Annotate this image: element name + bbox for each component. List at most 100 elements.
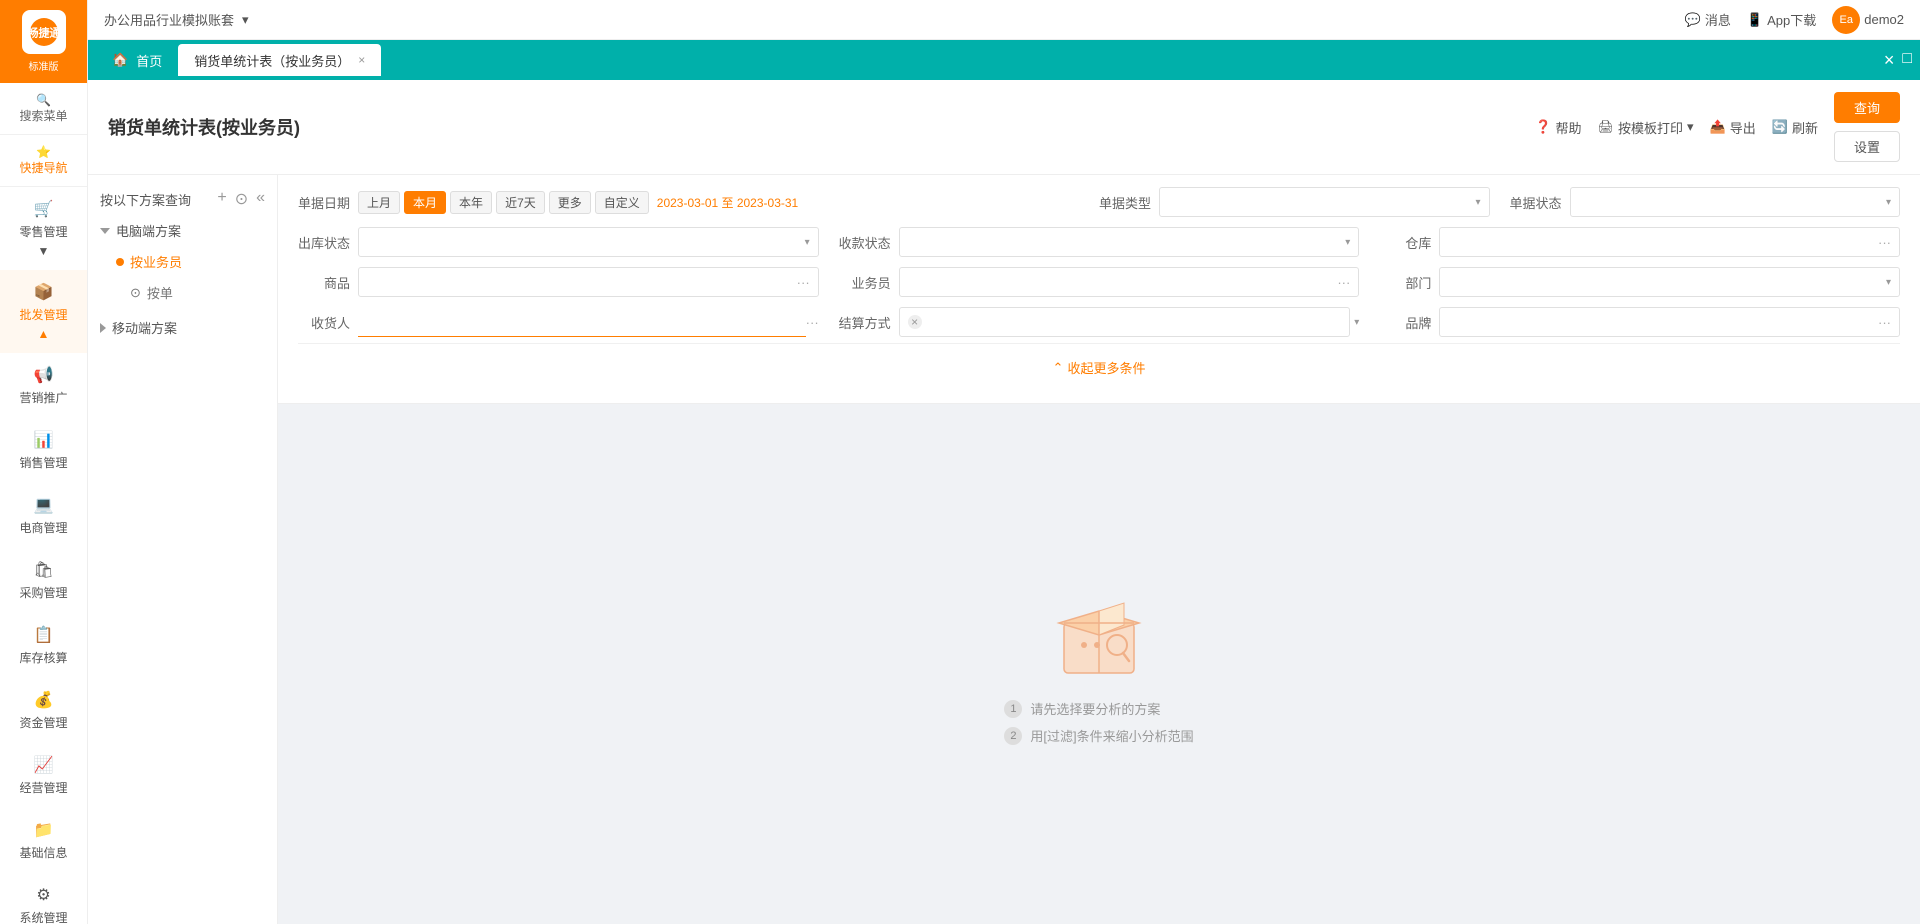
pc-scheme-group: 电脑端方案 按业务员 ⊙ 按单: [88, 215, 277, 308]
department-select[interactable]: ▾: [1439, 267, 1900, 297]
outstatus-select[interactable]: ▾: [358, 227, 819, 257]
goods-dots: ···: [797, 275, 810, 290]
sidebar-item-inventory[interactable]: 📋 库存核算: [0, 613, 87, 678]
sidebar-item-operations[interactable]: 📈 经营管理: [0, 743, 87, 808]
filter-department-cell: 部门 ▾: [1379, 267, 1900, 297]
filter-receiptstatus-cell: 收款状态 ▾: [839, 227, 1360, 257]
help-icon: ❓: [1535, 119, 1551, 135]
settlement-clear-btn[interactable]: ×: [908, 315, 922, 329]
brand-dots: ···: [1878, 315, 1891, 330]
help-btn[interactable]: ❓ 帮助: [1535, 118, 1581, 137]
type-select[interactable]: ▾: [1159, 187, 1489, 217]
export-btn[interactable]: 📤 导出: [1710, 118, 1756, 137]
collapse-panel-btn[interactable]: «: [256, 189, 265, 209]
empty-tips: 1 请先选择要分析的方案 2 用[过滤]条件来缩小分析范围: [1004, 699, 1193, 745]
department-arrow: ▾: [1886, 277, 1891, 288]
status-arrow: ▾: [1886, 197, 1891, 208]
top-header: 办公用品行业模拟账套 ▾ 💬 消息 📱 App下载 Ea demo2: [88, 0, 1920, 40]
filter-salesperson-cell: 业务员 ···: [839, 267, 1360, 297]
date-this-month-btn[interactable]: 本月: [404, 191, 446, 214]
tab-close-btn[interactable]: ×: [358, 53, 365, 67]
warehouse-select[interactable]: ···: [1439, 227, 1900, 257]
query-area: 查询 设置: [1834, 92, 1900, 162]
mobile-scheme-group: 移动端方案: [88, 312, 277, 343]
date-this-year-btn[interactable]: 本年: [450, 191, 492, 214]
window-close-btn[interactable]: ×: [1884, 50, 1895, 71]
tab-active[interactable]: 销货单统计表（按业务员） ×: [178, 44, 381, 76]
sidebar-item-marketing[interactable]: 📢 营销推广: [0, 353, 87, 418]
message-btn[interactable]: 💬 消息: [1685, 10, 1731, 29]
type-label: 单据类型: [1099, 193, 1151, 212]
date-last7-btn[interactable]: 近7天: [496, 191, 545, 214]
search-menu-btn[interactable]: 🔍 搜索菜单: [0, 83, 87, 135]
department-input: ▾: [1439, 267, 1900, 297]
mobile-scheme-header[interactable]: 移动端方案: [88, 312, 277, 343]
status-select[interactable]: ▾: [1570, 187, 1900, 217]
left-panel: 按以下方案查询 + ⊙ « 电脑端方案 按业务员: [88, 175, 278, 924]
warehouse-label: 仓库: [1379, 233, 1431, 252]
sidebar-item-sales[interactable]: 📊 销售管理: [0, 418, 87, 483]
sidebar-item-retail[interactable]: 🛒 零售管理 ▼: [0, 187, 87, 270]
query-btn[interactable]: 查询: [1834, 92, 1900, 123]
consignee-label: 收货人: [298, 313, 350, 332]
sidebar-item-finance[interactable]: 💰 资金管理: [0, 678, 87, 743]
outstatus-label: 出库状态: [298, 233, 350, 252]
brand-select[interactable]: ···: [1439, 307, 1900, 337]
main-area: 办公用品行业模拟账套 ▾ 💬 消息 📱 App下载 Ea demo2 🏠 首页 …: [88, 0, 1920, 924]
scheme-item-salesperson[interactable]: 按业务员: [88, 246, 277, 277]
date-range[interactable]: 2023-03-01 至 2023-03-31: [657, 194, 798, 211]
workspace-selector[interactable]: 办公用品行业模拟账套 ▾: [104, 10, 249, 29]
window-max-btn[interactable]: □: [1902, 50, 1912, 71]
filter-status-cell: 单据状态 ▾: [1510, 187, 1901, 217]
receiptstatus-label: 收款状态: [839, 233, 891, 252]
pc-scheme-header[interactable]: 电脑端方案: [88, 215, 277, 246]
search-icon: 🔍: [0, 93, 87, 107]
salesperson-select[interactable]: ···: [899, 267, 1360, 297]
workspace-arrow: ▾: [242, 12, 249, 28]
collapse-btn[interactable]: ⌃ 收起更多条件: [1053, 350, 1146, 385]
inventory-icon: 📋: [34, 625, 54, 645]
status-label: 单据状态: [1510, 193, 1562, 212]
edit-scheme-btn[interactable]: ⊙: [235, 189, 248, 209]
sidebar-item-basicinfo[interactable]: 📁 基础信息: [0, 808, 87, 873]
sidebar-logo: 畅捷通 标准版: [0, 0, 87, 83]
type-input: ▾: [1159, 187, 1489, 217]
filter-goods-cell: 商品 ···: [298, 267, 819, 297]
tab-bar: 🏠 首页 销货单统计表（按业务员） × × □: [88, 40, 1920, 80]
settings-btn[interactable]: 设置: [1834, 131, 1900, 162]
sidebar-item-system[interactable]: ⚙ 系统管理: [0, 873, 87, 924]
filter-row-3: 商品 ··· 业务员: [298, 267, 1900, 297]
filter-row-2: 出库状态 ▾ 收款状态: [298, 227, 1900, 257]
export-icon: 📤: [1710, 119, 1726, 135]
sidebar-item-wholesale[interactable]: 📦 批发管理 ▲: [0, 270, 87, 353]
scheme-item-order[interactable]: ⊙ 按单: [88, 277, 277, 308]
receiptstatus-arrow: ▾: [1345, 237, 1350, 248]
add-scheme-btn[interactable]: +: [217, 189, 226, 209]
refresh-btn[interactable]: 🔄 刷新: [1772, 118, 1818, 137]
date-custom-btn[interactable]: 自定义: [595, 191, 649, 214]
tab-home[interactable]: 🏠 首页: [96, 44, 178, 76]
settlement-tag-box: ×: [899, 307, 1351, 337]
page-title: 销货单统计表(按业务员): [108, 114, 300, 140]
app-download-btn[interactable]: 📱 App下载: [1747, 10, 1816, 29]
warehouse-dots: ···: [1878, 235, 1891, 250]
consignee-input: ···: [358, 307, 819, 337]
filter-row-4: 收货人 ··· 结算方式 ×: [298, 307, 1900, 337]
svg-text:畅捷通: 畅捷通: [28, 26, 60, 40]
avatar: Ea: [1832, 6, 1860, 34]
collapse-bar: ⌃ 收起更多条件: [298, 343, 1900, 391]
goods-select[interactable]: ···: [358, 267, 819, 297]
sidebar-item-purchase[interactable]: 🛍 采购管理: [0, 548, 87, 613]
receiptstatus-select[interactable]: ▾: [899, 227, 1360, 257]
date-more-btn[interactable]: 更多: [549, 191, 591, 214]
date-last-month-btn[interactable]: 上月: [358, 191, 400, 214]
settlement-arrow[interactable]: ▾: [1354, 317, 1359, 328]
user-menu-btn[interactable]: Ea demo2: [1832, 6, 1904, 34]
quick-nav-btn[interactable]: ⭐ 快捷导航: [0, 135, 87, 187]
print-btn[interactable]: 🖨 按模板打印 ▾: [1598, 118, 1694, 137]
status-input: ▾: [1570, 187, 1900, 217]
top-actions: 💬 消息 📱 App下载 Ea demo2: [1685, 6, 1904, 34]
sidebar-logo-text: 标准版: [29, 58, 59, 73]
sidebar-item-ecommerce[interactable]: 💻 电商管理: [0, 483, 87, 548]
consignee-field[interactable]: [358, 307, 806, 337]
